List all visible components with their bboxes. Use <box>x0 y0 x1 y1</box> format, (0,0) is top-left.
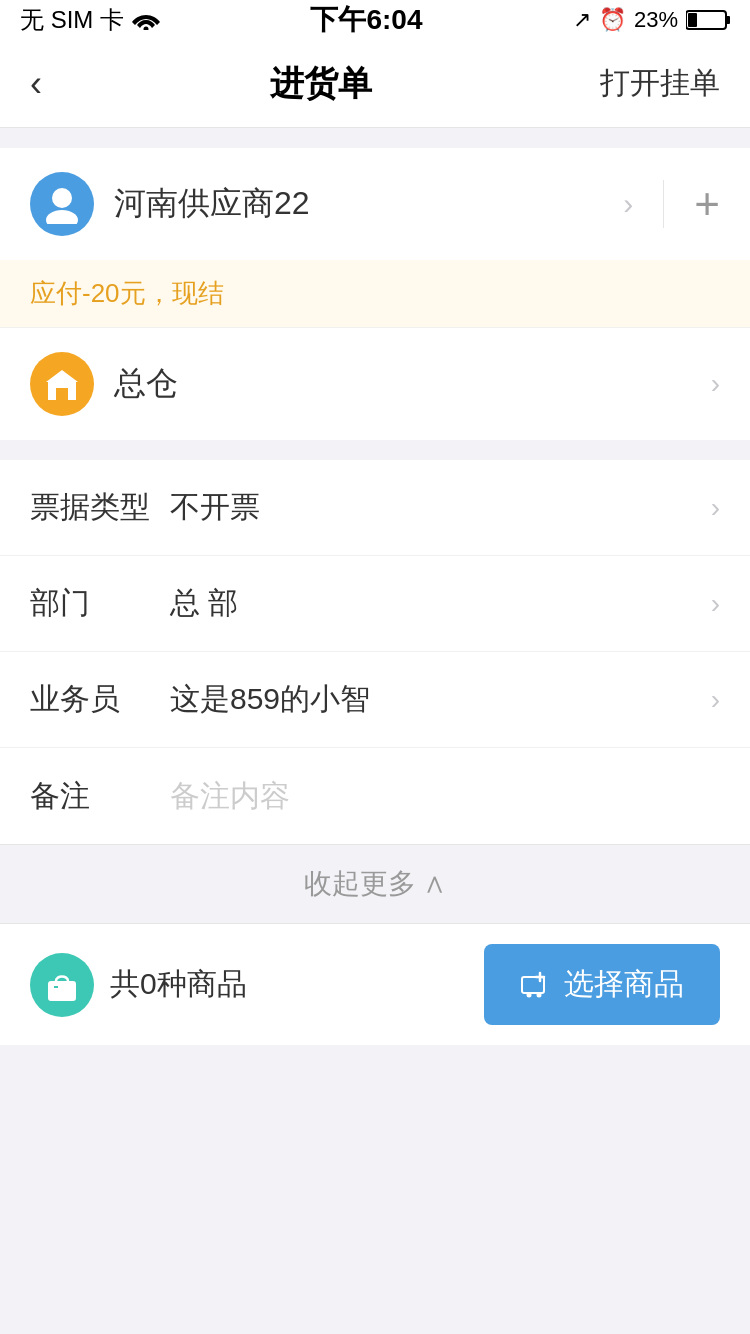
department-value: 总 部 <box>150 583 711 624</box>
invoice-type-chevron-icon: › <box>711 492 720 524</box>
salesperson-label: 业务员 <box>30 679 150 720</box>
warehouse-row[interactable]: 总仓 › <box>0 327 750 440</box>
supplier-chevron-icon: › <box>623 187 633 221</box>
svg-point-10 <box>527 992 532 997</box>
battery-text: 23% <box>634 7 678 33</box>
collapse-label: 收起更多 ∧ <box>304 865 447 903</box>
battery-icon <box>686 9 730 31</box>
status-bar: 无 SIM 卡 下午6:04 ↗ ⏰ 23% <box>0 0 750 40</box>
supplier-section: 河南供应商22 › + 应付-20元，现结 总仓 › <box>0 148 750 440</box>
warehouse-chevron-icon: › <box>711 368 720 400</box>
notice-bar: 应付-20元，现结 <box>0 260 750 327</box>
salesperson-chevron-icon: › <box>711 684 720 716</box>
salesperson-row[interactable]: 业务员 这是859的小智 › <box>0 652 750 748</box>
bottom-bar: 共0种商品 选择商品 <box>0 924 750 1045</box>
warehouse-name: 总仓 <box>114 362 711 406</box>
page-title: 进货单 <box>270 61 372 107</box>
salesperson-value: 这是859的小智 <box>150 679 711 720</box>
person-icon <box>42 184 82 224</box>
alarm-icon: ⏰ <box>599 7 626 33</box>
wifi-icon <box>132 10 160 30</box>
department-label: 部门 <box>30 583 150 624</box>
product-count: 共0种商品 <box>110 964 247 1005</box>
svg-point-11 <box>537 992 542 997</box>
bag-icon <box>44 967 80 1003</box>
svg-rect-8 <box>48 981 76 1001</box>
svg-rect-3 <box>688 13 697 27</box>
bottom-left: 共0种商品 <box>30 953 247 1017</box>
collapse-row[interactable]: 收起更多 ∧ <box>0 844 750 924</box>
house-icon <box>44 366 80 402</box>
back-button[interactable]: ‹ <box>30 63 42 105</box>
svg-point-0 <box>144 27 149 31</box>
supplier-avatar <box>30 172 94 236</box>
remark-placeholder: 备注内容 <box>150 776 720 817</box>
gray-fill-area <box>0 1045 750 1334</box>
nav-bar: ‹ 进货单 打开挂单 <box>0 40 750 128</box>
status-time: 下午6:04 <box>310 1 422 39</box>
warehouse-icon <box>30 352 94 416</box>
product-icon <box>30 953 94 1017</box>
add-button[interactable]: + <box>694 182 720 226</box>
supplier-name: 河南供应商22 <box>114 182 623 226</box>
invoice-type-row[interactable]: 票据类型 不开票 › <box>0 460 750 556</box>
select-product-button[interactable]: 选择商品 <box>484 944 720 1025</box>
department-row[interactable]: 部门 总 部 › <box>0 556 750 652</box>
status-right: ↗ ⏰ 23% <box>573 7 730 33</box>
location-icon: ↗ <box>573 7 591 33</box>
vertical-divider <box>663 180 664 228</box>
remark-row[interactable]: 备注 备注内容 <box>0 748 750 844</box>
section-gap-1 <box>0 128 750 148</box>
remark-label: 备注 <box>30 776 150 817</box>
supplier-row[interactable]: 河南供应商22 › + <box>0 148 750 260</box>
department-chevron-icon: › <box>711 588 720 620</box>
svg-point-4 <box>52 188 72 208</box>
svg-rect-2 <box>726 16 730 24</box>
svg-rect-7 <box>56 388 68 400</box>
status-left: 无 SIM 卡 <box>20 4 160 36</box>
notice-text: 应付-20元，现结 <box>30 278 224 308</box>
svg-point-5 <box>46 210 78 224</box>
invoice-type-label: 票据类型 <box>30 487 150 528</box>
signal-text: 无 SIM 卡 <box>20 4 124 36</box>
form-section: 票据类型 不开票 › 部门 总 部 › 业务员 这是859的小智 › 备注 备注… <box>0 460 750 844</box>
open-pending-button[interactable]: 打开挂单 <box>600 63 720 104</box>
cart-add-icon <box>520 969 552 1001</box>
invoice-type-value: 不开票 <box>150 487 711 528</box>
select-product-label: 选择商品 <box>564 964 684 1005</box>
